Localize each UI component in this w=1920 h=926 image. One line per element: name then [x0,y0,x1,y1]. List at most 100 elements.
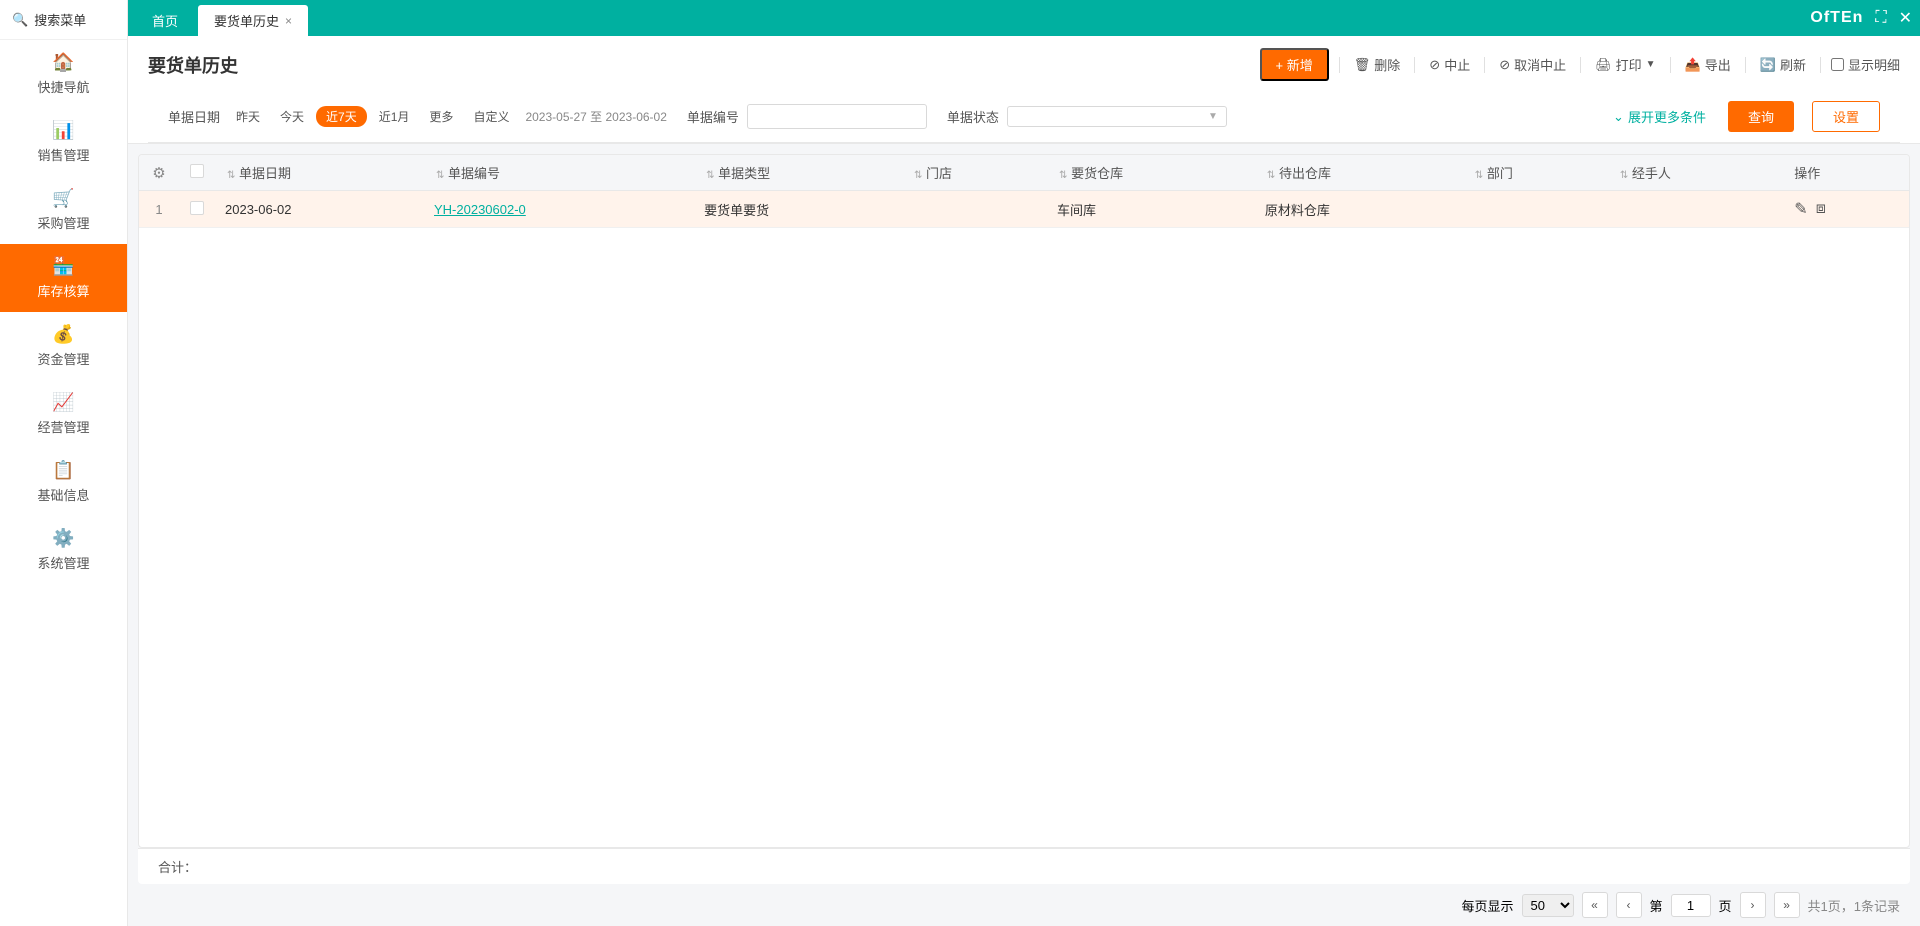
col-handler-label: 经手人 [1632,166,1671,181]
refresh-button[interactable]: 🔄 刷新 [1756,53,1810,76]
page-label: 第 [1650,896,1663,915]
sort-icon4[interactable]: ⇅ [914,170,922,181]
sidebar-item-quick-nav[interactable]: 🏠快捷导航 [0,40,127,108]
row-handler [1608,191,1784,228]
cancel-stop-label: 取消中止 [1514,55,1566,74]
row-store [902,191,1047,228]
tab-close-history[interactable]: × [285,14,292,28]
sort-icon2[interactable]: ⇅ [436,170,444,181]
divider7 [1820,57,1821,73]
new-button[interactable]: + 新增 [1260,48,1329,81]
sort-icon3[interactable]: ⇅ [706,170,714,181]
sidebar: 🔍 搜索菜单 🏠快捷导航📊销售管理🛒采购管理🏪库存核算💰资金管理📈经营管理📋基础… [0,0,128,926]
tab-history[interactable]: 要货单历史× [198,5,308,36]
col-req-warehouse: ⇅ 要货仓库 [1047,155,1255,191]
sidebar-search[interactable]: 🔍 搜索菜单 [0,0,127,40]
export-button[interactable]: 📤 导出 [1681,53,1735,76]
col-doc-type: ⇅ 单据类型 [694,155,902,191]
main-content: 首页要货单历史× OfTEn ⛶ ✕ 要货单历史 + 新增 🗑 删除 [128,0,1920,926]
row-req-warehouse: 车间库 [1047,191,1255,228]
sort-icon8[interactable]: ⇅ [1620,170,1628,181]
page-title: 要货单历史 [148,52,238,78]
row-doc-date: 2023-06-02 [215,191,424,228]
cancel-stop-icon: ⊘ [1499,57,1510,73]
yesterday-btn[interactable]: 昨天 [228,106,268,127]
more-btn[interactable]: 更多 [421,106,461,127]
close-btn[interactable]: ✕ [1899,8,1912,28]
sidebar-item-finance[interactable]: 💰资金管理 [0,312,127,380]
delete-label: 删除 [1374,55,1400,74]
row-checkbox[interactable] [179,191,215,228]
sort-icon7[interactable]: ⇅ [1475,170,1483,181]
sidebar-item-inventory[interactable]: 🏪库存核算 [0,244,127,312]
sidebar-icon-inventory: 🏪 [52,256,74,277]
row-select-checkbox[interactable] [190,201,204,215]
first-page-btn[interactable]: « [1582,892,1608,918]
doc-number-filter-group: 单据编号 [687,104,927,129]
per-page-select[interactable]: 50 100 200 [1522,894,1574,917]
today-btn[interactable]: 今天 [272,106,312,127]
week7-btn[interactable]: 近7天 [316,106,367,127]
custom-btn[interactable]: 自定义 [465,106,517,127]
sidebar-icon-sales: 📊 [52,120,74,141]
gear-icon[interactable]: ⚙ [152,165,165,182]
show-detail-button[interactable]: 显示明细 [1831,55,1900,74]
query-button[interactable]: 查询 [1728,101,1794,132]
prev-page-btn[interactable]: ‹ [1616,892,1642,918]
sidebar-item-system[interactable]: ⚙️系统管理 [0,516,127,584]
col-pending-warehouse: ⇅ 待出仓库 [1255,155,1463,191]
doc-status-select[interactable]: ▼ [1007,106,1227,127]
divider1 [1339,57,1340,73]
col-doc-date: ⇅ 单据日期 [215,155,424,191]
select-all-checkbox[interactable] [190,164,204,178]
sidebar-icon-operations: 📈 [52,392,74,413]
sort-icon5[interactable]: ⇅ [1059,170,1067,181]
print-button[interactable]: 🖨 打印 ▼ [1591,53,1659,76]
show-detail-checkbox[interactable] [1831,58,1844,71]
sort-icon6[interactable]: ⇅ [1267,170,1275,181]
stop-button[interactable]: ⊘ 中止 [1425,53,1474,76]
pagination: 每页显示 50 100 200 « ‹ 第 页 › » 共1页，1条记录 [128,884,1920,926]
col-department-label: 部门 [1487,166,1513,181]
month1-btn[interactable]: 近1月 [371,106,418,127]
sidebar-search-label: 搜索菜单 [34,10,86,29]
divider4 [1580,57,1581,73]
row-doc-number[interactable]: YH-20230602-0 [424,191,694,228]
row-actions: ✎ ⧈ [1784,191,1909,228]
settings-button[interactable]: 设置 [1812,101,1880,132]
doc-number-label: 单据编号 [687,107,739,126]
row-more-icon[interactable]: ⧈ [1816,200,1826,218]
print-icon: 🖨 [1595,57,1612,73]
col-doc-number: ⇅ 单据编号 [424,155,694,191]
delete-button[interactable]: 🗑 删除 [1350,53,1405,76]
content-area: 要货单历史 + 新增 🗑 删除 ⊘ 中止 ⊘ [128,36,1920,926]
settings-col-header[interactable]: ⚙ [139,155,179,191]
last-page-btn[interactable]: » [1774,892,1800,918]
expand-icon: ⌄ [1613,109,1624,125]
tab-home[interactable]: 首页 [136,5,194,36]
doc-number-input[interactable] [747,104,927,129]
cancel-stop-button[interactable]: ⊘ 取消中止 [1495,53,1570,76]
refresh-label: 刷新 [1780,55,1806,74]
date-shortcuts: 昨天 今天 近7天 近1月 更多 自定义 [228,106,517,127]
sidebar-item-purchase[interactable]: 🛒采购管理 [0,176,127,244]
table-row: 1 2023-06-02 YH-20230602-0 要货单要货 车间库 原材料… [139,191,1909,228]
col-doc-type-label: 单据类型 [718,166,770,181]
expand-filter-btn[interactable]: ⌄ 展开更多条件 [1613,107,1706,126]
sort-icon[interactable]: ⇅ [227,170,235,181]
checkbox-col-header[interactable] [179,155,215,191]
maximize-btn[interactable]: ⛶ [1875,9,1886,27]
sidebar-item-basics[interactable]: 📋基础信息 [0,448,127,516]
col-handler: ⇅ 经手人 [1608,155,1784,191]
filter-area: 单据日期 昨天 今天 近7天 近1月 更多 自定义 2023-05-27 至 2… [148,91,1900,143]
row-edit-icon[interactable]: ✎ [1794,199,1807,219]
row-department [1463,191,1608,228]
sidebar-item-sales[interactable]: 📊销售管理 [0,108,127,176]
sidebar-label-finance: 资金管理 [37,349,89,368]
page-input[interactable] [1671,894,1711,917]
next-page-btn[interactable]: › [1740,892,1766,918]
sidebar-item-operations[interactable]: 📈经营管理 [0,380,127,448]
tab-bar: 首页要货单历史× OfTEn ⛶ ✕ [128,0,1920,36]
col-department: ⇅ 部门 [1463,155,1608,191]
divider3 [1484,57,1485,73]
